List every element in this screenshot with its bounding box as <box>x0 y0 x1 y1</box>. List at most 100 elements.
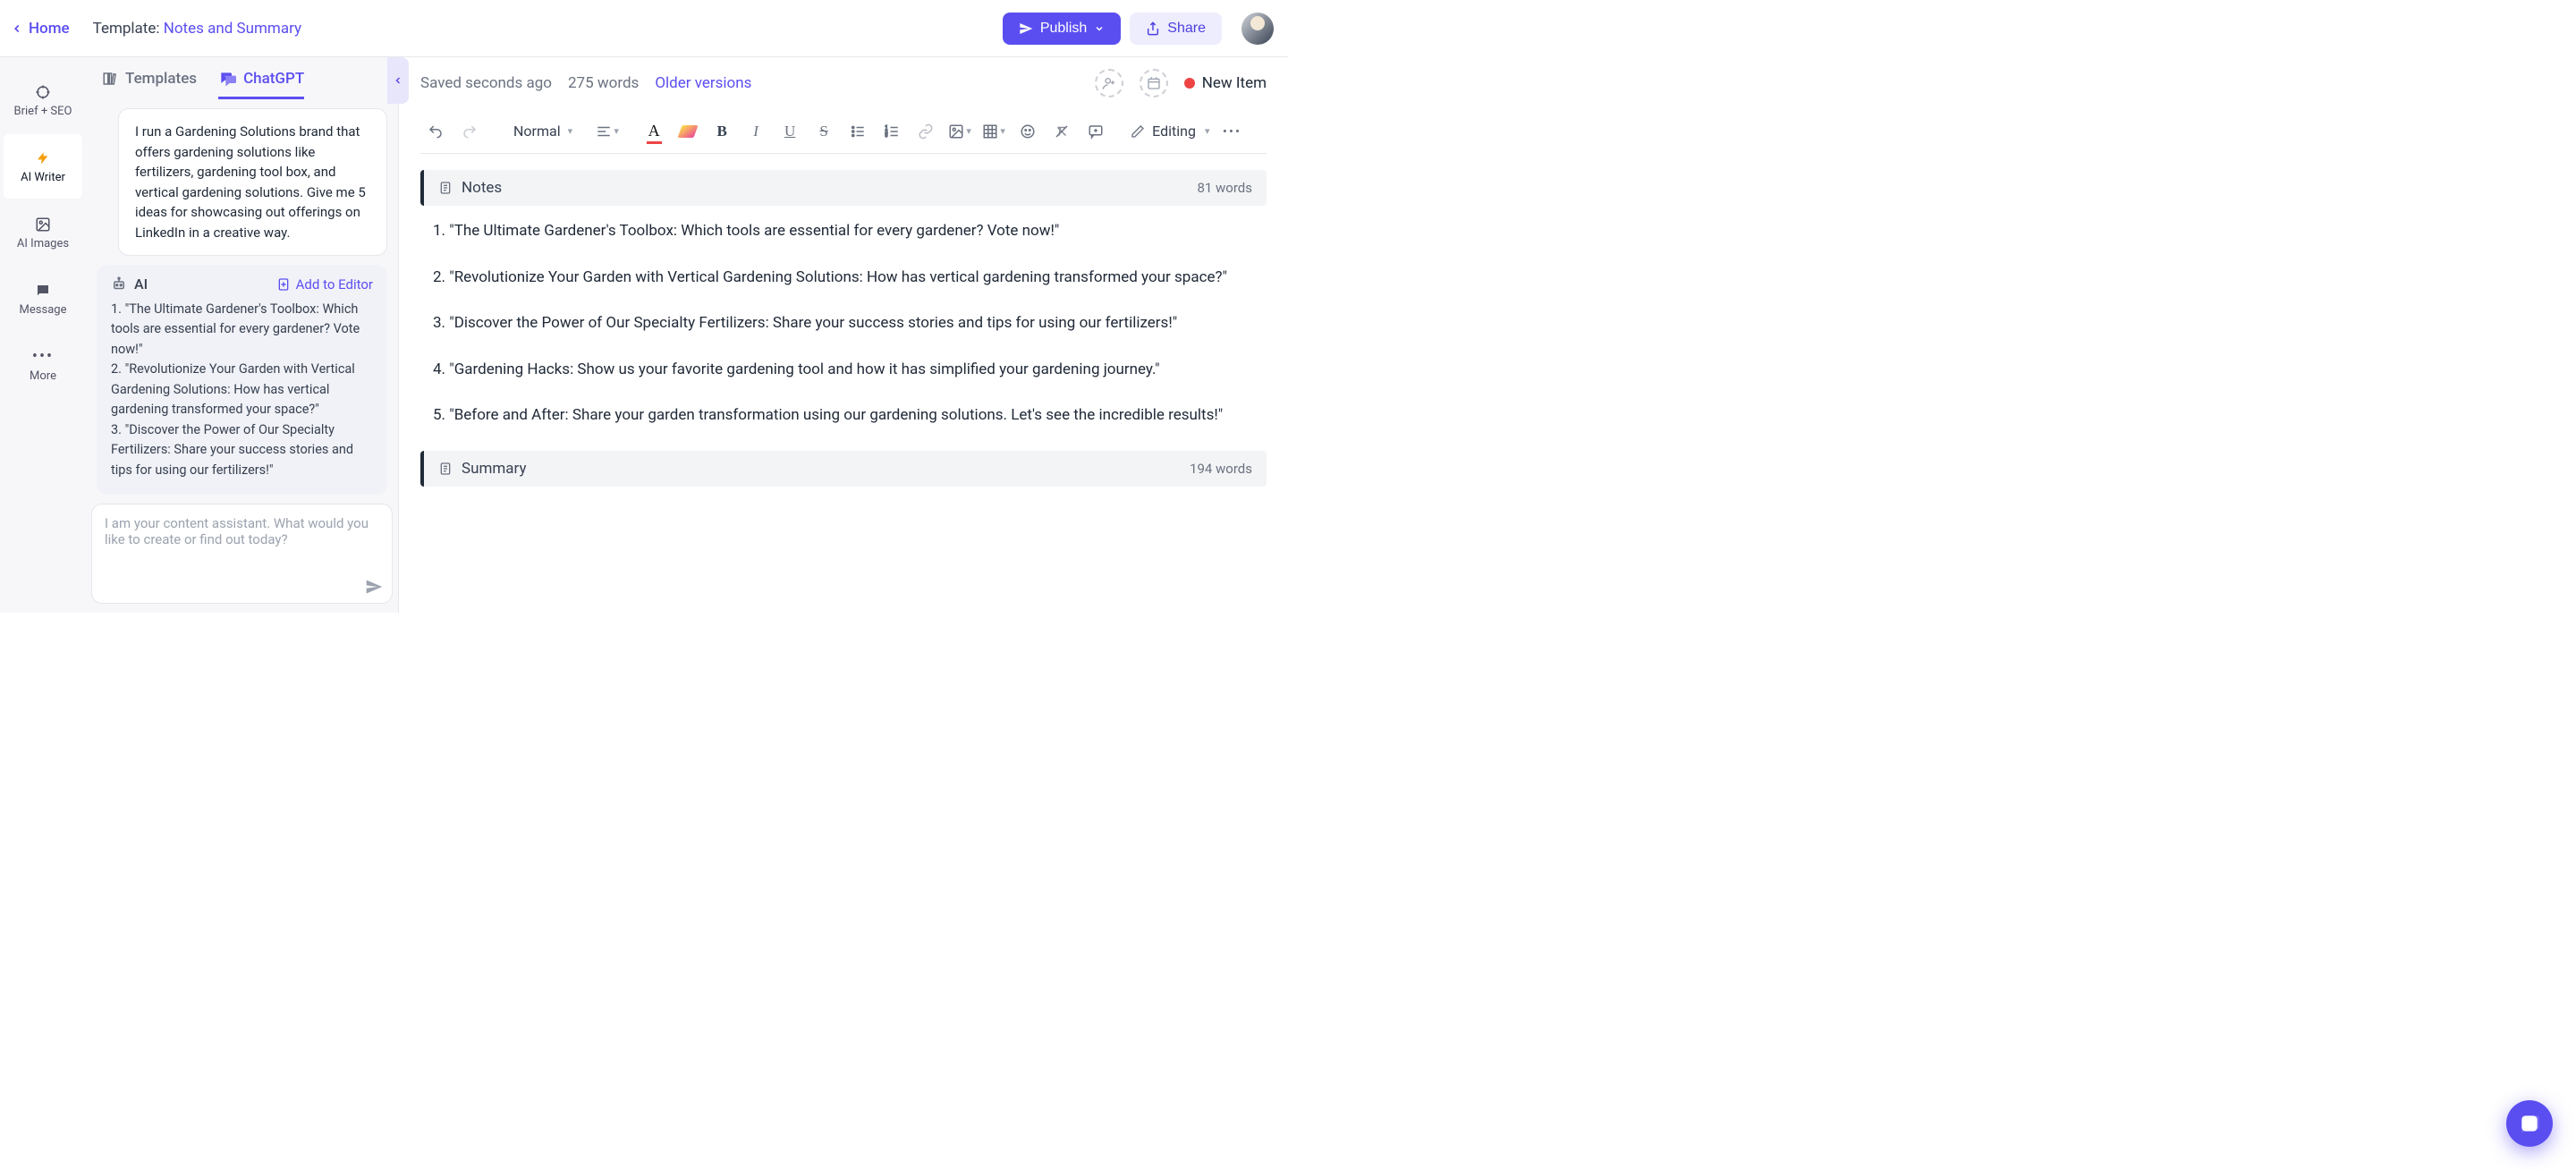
tab-templates[interactable]: Templates <box>102 70 197 99</box>
undo-button[interactable] <box>420 116 451 147</box>
add-user-button[interactable] <box>1095 69 1123 98</box>
image-icon <box>948 123 964 140</box>
editor-panel: Saved seconds ago 275 words Older versio… <box>399 57 1288 613</box>
strikethrough-button[interactable]: S <box>809 116 839 147</box>
publish-button[interactable]: Publish <box>1003 13 1121 45</box>
word-count-label: 275 words <box>568 74 639 92</box>
chevron-left-icon <box>11 22 23 35</box>
emoji-icon <box>1020 123 1036 140</box>
sidebar-item-message[interactable]: Message <box>4 267 82 331</box>
chat-ai-response: 1. "The Ultimate Gardener's Toolbox: Whi… <box>111 300 373 480</box>
numbered-list-button[interactable]: 123 <box>877 116 907 147</box>
user-avatar[interactable] <box>1241 13 1274 45</box>
section-summary-header[interactable]: Summary 194 words <box>420 451 1267 487</box>
sidebar-item-brief-seo[interactable]: Brief + SEO <box>4 68 82 132</box>
new-item-button[interactable]: New Item <box>1184 74 1267 92</box>
italic-button[interactable]: I <box>741 116 771 147</box>
redo-button[interactable] <box>454 116 485 147</box>
paragraph-style-dropdown[interactable]: Normal ▾ <box>501 116 576 147</box>
share-icon <box>1146 21 1160 36</box>
editing-mode-dropdown[interactable]: Editing ▾ <box>1127 116 1213 147</box>
sidebar-item-label: More <box>30 369 56 383</box>
chevron-down-icon: ▾ <box>568 125 573 137</box>
undo-icon <box>428 123 444 140</box>
chat-user-message: I run a Gardening Solutions brand that o… <box>118 108 387 256</box>
section-title: Summary <box>462 460 526 478</box>
chat-input[interactable] <box>105 515 379 578</box>
underline-button[interactable]: U <box>775 116 805 147</box>
bold-button[interactable]: B <box>707 116 737 147</box>
robot-icon <box>111 276 127 292</box>
sidebar-item-ai-images[interactable]: AI Images <box>4 200 82 265</box>
sidebar-item-label: AI Writer <box>21 171 65 184</box>
send-button[interactable] <box>365 578 383 596</box>
svg-text:3: 3 <box>886 133 888 139</box>
tab-chatgpt[interactable]: ChatGPT <box>218 70 304 99</box>
chevron-down-icon: ▾ <box>1205 125 1210 137</box>
template-label: Template: Notes and Summary <box>93 20 301 38</box>
share-label: Share <box>1167 21 1206 37</box>
templates-icon <box>102 71 118 87</box>
image-dropdown[interactable]: ▾ <box>945 116 975 147</box>
sidebar-item-ai-writer[interactable]: AI Writer <box>4 134 82 199</box>
document-area[interactable]: Notes 81 words 1. "The Ultimate Gardener… <box>420 154 1267 613</box>
more-icon: ••• <box>1223 123 1241 140</box>
bolt-icon <box>34 149 52 167</box>
add-to-editor-button[interactable]: Add to Editor <box>276 276 373 292</box>
more-icon: ••• <box>34 348 52 366</box>
clear-format-button[interactable] <box>1046 116 1077 147</box>
chat-ai-card: AI Add to Editor 1. "The Ultimate Garden… <box>97 265 387 495</box>
align-dropdown[interactable]: ▾ <box>592 116 623 147</box>
table-dropdown[interactable]: ▾ <box>979 116 1009 147</box>
chevron-left-icon <box>393 75 403 86</box>
chevron-down-icon: ▾ <box>1000 125 1005 137</box>
message-icon <box>34 282 52 300</box>
paragraph[interactable]: 1. "The Ultimate Gardener's Toolbox: Whi… <box>420 220 1267 243</box>
support-chat-button[interactable] <box>2506 1100 2553 1147</box>
paragraph[interactable]: 2. "Revolutionize Your Garden with Verti… <box>420 267 1267 290</box>
chat-tabs: Templates ChatGPT <box>86 57 398 99</box>
back-home-link[interactable]: Home <box>11 20 70 38</box>
add-to-editor-label: Add to Editor <box>296 276 373 292</box>
text-color-button[interactable]: A <box>639 116 669 147</box>
more-toolbar-button[interactable]: ••• <box>1216 116 1247 147</box>
bullet-list-icon <box>850 123 866 140</box>
text-color-icon: A <box>648 122 660 140</box>
bullet-list-button[interactable] <box>843 116 873 147</box>
new-item-label: New Item <box>1202 74 1267 92</box>
paragraph[interactable]: 4. "Gardening Hacks: Show us your favori… <box>420 359 1267 382</box>
collapse-panel-button[interactable] <box>387 57 409 104</box>
sidebar-item-label: AI Images <box>17 237 69 250</box>
user-plus-icon <box>1102 76 1116 90</box>
image-icon <box>34 216 52 233</box>
older-versions-link[interactable]: Older versions <box>655 74 751 92</box>
schedule-button[interactable] <box>1140 69 1168 98</box>
section-notes-header[interactable]: Notes 81 words <box>420 170 1267 206</box>
sidebar-item-label: Message <box>20 303 67 317</box>
section-word-count: 81 words <box>1197 180 1252 196</box>
underline-icon: U <box>784 123 795 140</box>
send-icon <box>1019 21 1033 36</box>
intercom-icon <box>2518 1112 2541 1135</box>
link-button[interactable] <box>911 116 941 147</box>
paragraph[interactable]: 5. "Before and After: Share your garden … <box>420 404 1267 428</box>
highlight-icon <box>678 125 699 138</box>
sidebar-item-more[interactable]: ••• More <box>4 333 82 397</box>
editor-status-bar: Saved seconds ago 275 words Older versio… <box>420 57 1267 109</box>
ai-label: AI <box>134 276 148 292</box>
add-to-editor-icon <box>276 277 291 292</box>
share-button[interactable]: Share <box>1130 13 1222 45</box>
paragraph[interactable]: 3. "Discover the Power of Our Specialty … <box>420 312 1267 335</box>
notes-icon <box>438 181 453 195</box>
emoji-button[interactable] <box>1013 116 1043 147</box>
calendar-icon <box>1147 76 1161 90</box>
comment-button[interactable] <box>1080 116 1111 147</box>
highlight-button[interactable] <box>673 116 703 147</box>
chevron-down-icon: ▾ <box>614 125 619 137</box>
status-dot-icon <box>1184 78 1195 89</box>
template-name-link[interactable]: Notes and Summary <box>164 20 301 38</box>
italic-icon: I <box>753 123 758 140</box>
send-icon <box>365 578 383 596</box>
clear-format-icon <box>1054 123 1070 140</box>
section-word-count: 194 words <box>1190 461 1252 477</box>
